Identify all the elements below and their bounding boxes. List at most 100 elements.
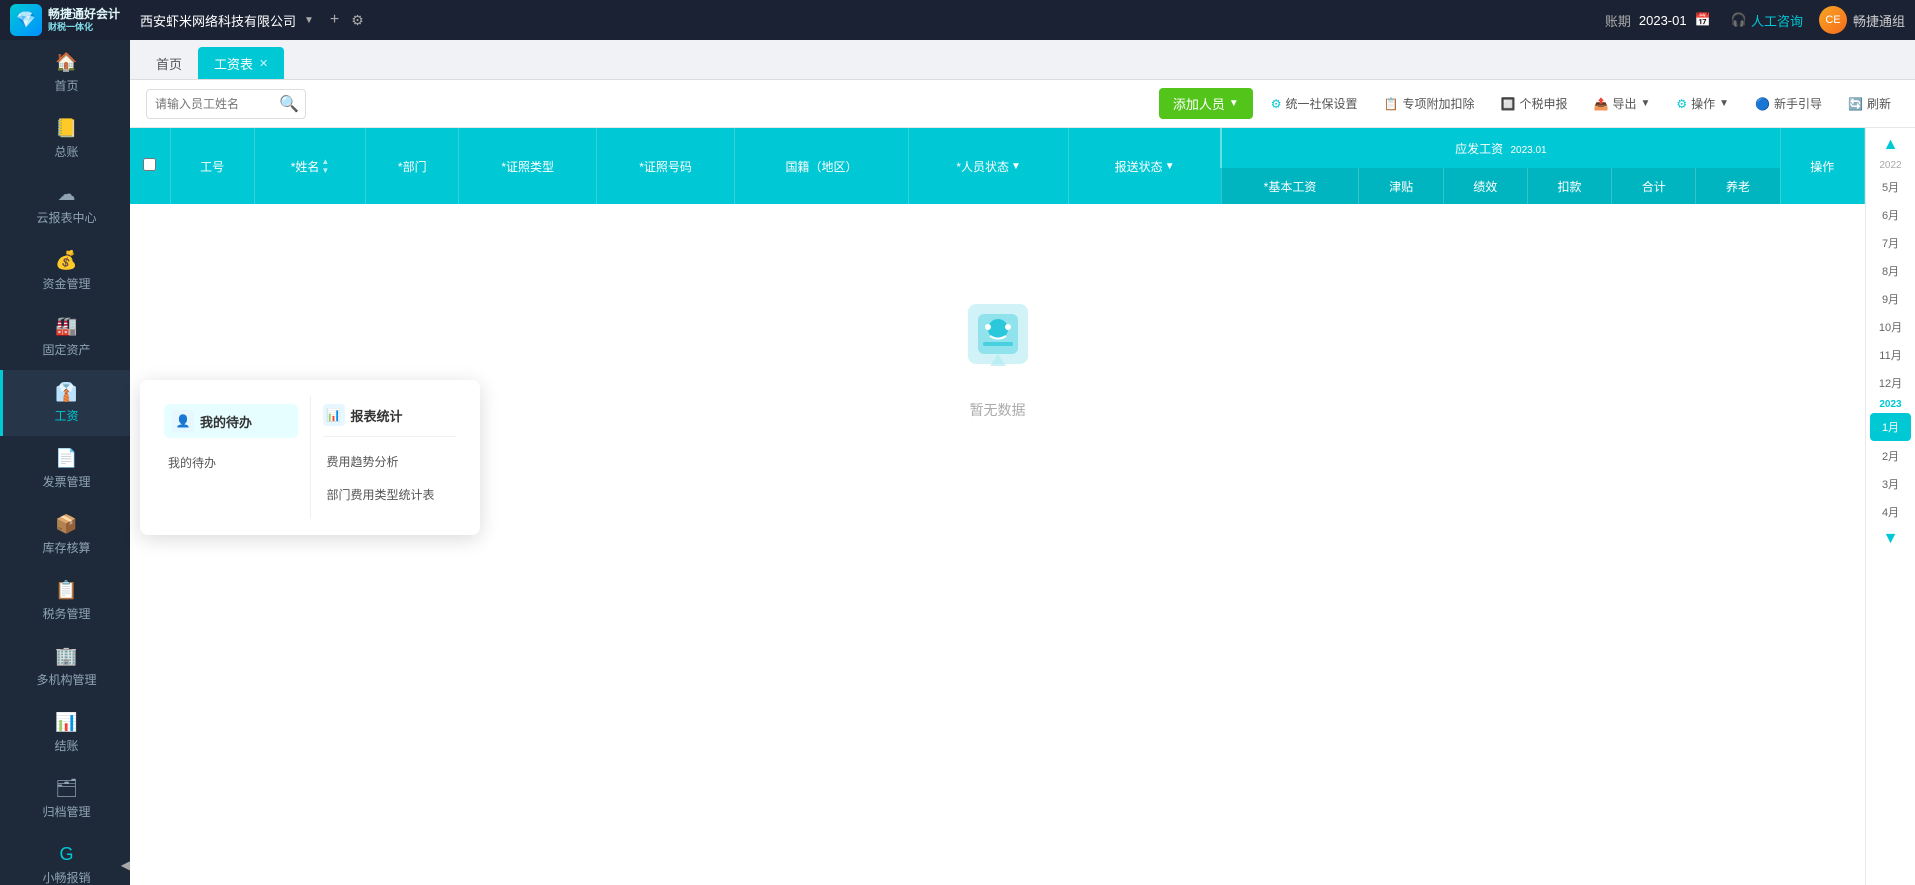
timeline-jun[interactable]: 6月 bbox=[1866, 201, 1915, 229]
period-label: 账期 bbox=[1605, 11, 1631, 30]
th-pension: 养老 bbox=[1696, 168, 1780, 204]
home-icon: 🏠 bbox=[55, 52, 77, 73]
refresh-action[interactable]: 🔄 刷新 bbox=[1840, 91, 1899, 116]
timeline-feb[interactable]: 2月 bbox=[1866, 442, 1915, 470]
personal-tax-action[interactable]: 🔲 个税申报 bbox=[1493, 91, 1576, 116]
search-input[interactable] bbox=[155, 97, 275, 111]
th-base-salary-label: *基本工资 bbox=[1264, 180, 1317, 194]
th-deduct: 扣款 bbox=[1527, 168, 1611, 204]
sidebar-item-home[interactable]: 🏠 首页 bbox=[0, 40, 130, 106]
todo-title-label: 我的待办 bbox=[200, 412, 252, 431]
operations-action[interactable]: ⚙ 操作 ▼ bbox=[1668, 91, 1737, 116]
service-label[interactable]: 人工咨询 bbox=[1751, 11, 1803, 30]
operations-label: 操作 bbox=[1691, 95, 1715, 112]
sidebar-item-cloud[interactable]: ☁ 云报表中心 bbox=[0, 172, 130, 238]
timeline-aug[interactable]: 8月 bbox=[1866, 257, 1915, 285]
name-sort-arrows[interactable]: ▲▼ bbox=[321, 157, 329, 175]
popup-todo-title[interactable]: 👤 我的待办 bbox=[164, 404, 298, 438]
export-label: 导出 bbox=[1612, 95, 1636, 112]
popup-report-title[interactable]: 📊 报表统计 bbox=[323, 404, 457, 437]
report-filter-icon[interactable]: ▼ bbox=[1165, 161, 1175, 172]
timeline-dec[interactable]: 12月 bbox=[1866, 369, 1915, 397]
th-empno-label: 工号 bbox=[200, 160, 224, 174]
th-status[interactable]: *人员状态 ▼ bbox=[909, 128, 1069, 204]
report-col-icon: 📊 bbox=[323, 404, 345, 426]
social-security-action[interactable]: ⚙ 统一社保设置 bbox=[1263, 91, 1366, 116]
calendar-icon[interactable]: 📅 bbox=[1695, 12, 1711, 28]
period-value[interactable]: 2023-01 bbox=[1639, 13, 1687, 28]
timeline-down-btn[interactable]: ▼ bbox=[1879, 526, 1903, 552]
sidebar-label-expense: 小畅报销 bbox=[42, 869, 90, 885]
tab-home[interactable]: 首页 bbox=[140, 47, 198, 79]
tab-salary[interactable]: 工资表 ✕ bbox=[198, 47, 284, 79]
sidebar-item-fixed[interactable]: 🏭 固定资产 bbox=[0, 304, 130, 370]
status-filter-icon[interactable]: ▼ bbox=[1011, 161, 1021, 172]
sidebar-item-salary[interactable]: 👔 工资 bbox=[0, 370, 130, 436]
add-person-arrow: ▼ bbox=[1229, 98, 1239, 109]
timeline-jan-current[interactable]: 1月 bbox=[1870, 413, 1911, 441]
select-all-checkbox[interactable] bbox=[143, 158, 156, 171]
sidebar-label-multi: 多机构管理 bbox=[36, 671, 96, 688]
company-selector[interactable]: 西安虾米网络科技有限公司 ▼ + ⚙ bbox=[140, 11, 1605, 30]
th-total-label: 合计 bbox=[1642, 180, 1666, 194]
timeline-apr[interactable]: 4月 bbox=[1866, 498, 1915, 526]
sidebar-label-invoice: 发票管理 bbox=[42, 473, 90, 490]
export-action[interactable]: 📤 导出 ▼ bbox=[1586, 91, 1659, 116]
sidebar-item-tax[interactable]: 📋 税务管理 bbox=[0, 568, 130, 634]
fund-icon: 💰 bbox=[55, 250, 77, 271]
service-button[interactable]: 🎧 人工咨询 bbox=[1731, 11, 1803, 30]
th-id-type: *证照类型 bbox=[459, 128, 597, 204]
company-name[interactable]: 西安虾米网络科技有限公司 bbox=[140, 11, 296, 30]
popup-col-report: 📊 报表统计 费用趋势分析 部门费用类型统计表 bbox=[315, 396, 465, 519]
search-box[interactable]: 🔍 bbox=[146, 89, 306, 119]
th-performance-label: 绩效 bbox=[1473, 180, 1497, 194]
tab-salary-close[interactable]: ✕ bbox=[259, 57, 268, 70]
timeline-may[interactable]: 5月 bbox=[1866, 173, 1915, 201]
sidebar-label-fixed: 固定资产 bbox=[42, 341, 90, 358]
th-operations: 操作 bbox=[1780, 128, 1864, 204]
toolbar: 🔍 添加人员 ▼ ⚙ 统一社保设置 📋 专项附加扣除 🔲 个税申报 bbox=[130, 80, 1915, 128]
add-company-btn[interactable]: + bbox=[330, 11, 339, 29]
timeline-mar[interactable]: 3月 bbox=[1866, 470, 1915, 498]
ledger-icon: 📒 bbox=[55, 118, 77, 139]
settings-icon[interactable]: ⚙ bbox=[351, 12, 364, 29]
sidebar-item-inventory[interactable]: 📦 库存核算 bbox=[0, 502, 130, 568]
popup-dept-cost-item[interactable]: 部门费用类型统计表 bbox=[323, 478, 457, 511]
sidebar-item-invoice[interactable]: 📄 发票管理 bbox=[0, 436, 130, 502]
period-selector[interactable]: 账期 2023-01 📅 bbox=[1605, 11, 1711, 30]
th-country: 国籍（地区） bbox=[734, 128, 908, 204]
sidebar-item-fund[interactable]: 💰 资金管理 bbox=[0, 238, 130, 304]
popup-cost-trend-item[interactable]: 费用趋势分析 bbox=[323, 445, 457, 478]
th-name[interactable]: *姓名 ▲▼ bbox=[254, 128, 366, 204]
sidebar-item-expense[interactable]: G 小畅报销 ◀ bbox=[0, 832, 130, 885]
dept-cost-label: 部门费用类型统计表 bbox=[327, 488, 435, 502]
sidebar-item-ledger[interactable]: 📒 总账 bbox=[0, 106, 130, 172]
personal-tax-label: 个税申报 bbox=[1519, 95, 1567, 112]
add-person-button[interactable]: 添加人员 ▼ bbox=[1159, 88, 1253, 119]
th-base-salary: *基本工资 bbox=[1221, 168, 1359, 204]
operations-icon: ⚙ bbox=[1676, 97, 1687, 111]
timeline-jul[interactable]: 7月 bbox=[1866, 229, 1915, 257]
company-dropdown-arrow[interactable]: ▼ bbox=[304, 15, 314, 26]
sidebar: 🏠 首页 📒 总账 ☁ 云报表中心 💰 资金管理 🏭 固定资产 👔 工资 📄 发… bbox=[0, 40, 130, 885]
popup-mytodo-item[interactable]: 我的待办 bbox=[164, 446, 298, 479]
sidebar-item-closing[interactable]: 📊 结账 bbox=[0, 700, 130, 766]
th-checkbox[interactable] bbox=[130, 128, 170, 204]
search-icon[interactable]: 🔍 bbox=[279, 94, 299, 114]
inventory-icon: 📦 bbox=[55, 514, 77, 535]
sidebar-item-multi[interactable]: 🏢 多机构管理 bbox=[0, 634, 130, 700]
timeline-oct[interactable]: 10月 bbox=[1866, 313, 1915, 341]
sidebar-label-cloud: 云报表中心 bbox=[36, 209, 96, 226]
sidebar-item-archive[interactable]: 🗂 归档管理 bbox=[0, 766, 130, 832]
logo-icon: 💎 bbox=[10, 4, 42, 36]
sidebar-label-ledger: 总账 bbox=[54, 143, 78, 160]
guide-action[interactable]: 🔵 新手引导 bbox=[1747, 91, 1830, 116]
timeline-sep[interactable]: 9月 bbox=[1866, 285, 1915, 313]
th-report-status[interactable]: 报送状态 ▼ bbox=[1069, 128, 1221, 204]
tax-deduct-action[interactable]: 📋 专项附加扣除 bbox=[1376, 91, 1483, 116]
th-deduct-label: 扣款 bbox=[1558, 180, 1582, 194]
user-info[interactable]: CE 畅捷通组 bbox=[1819, 6, 1905, 34]
th-id-no: *证照号码 bbox=[597, 128, 735, 204]
timeline-nov[interactable]: 11月 bbox=[1866, 341, 1915, 369]
timeline-up-btn[interactable]: ▲ bbox=[1879, 132, 1903, 158]
